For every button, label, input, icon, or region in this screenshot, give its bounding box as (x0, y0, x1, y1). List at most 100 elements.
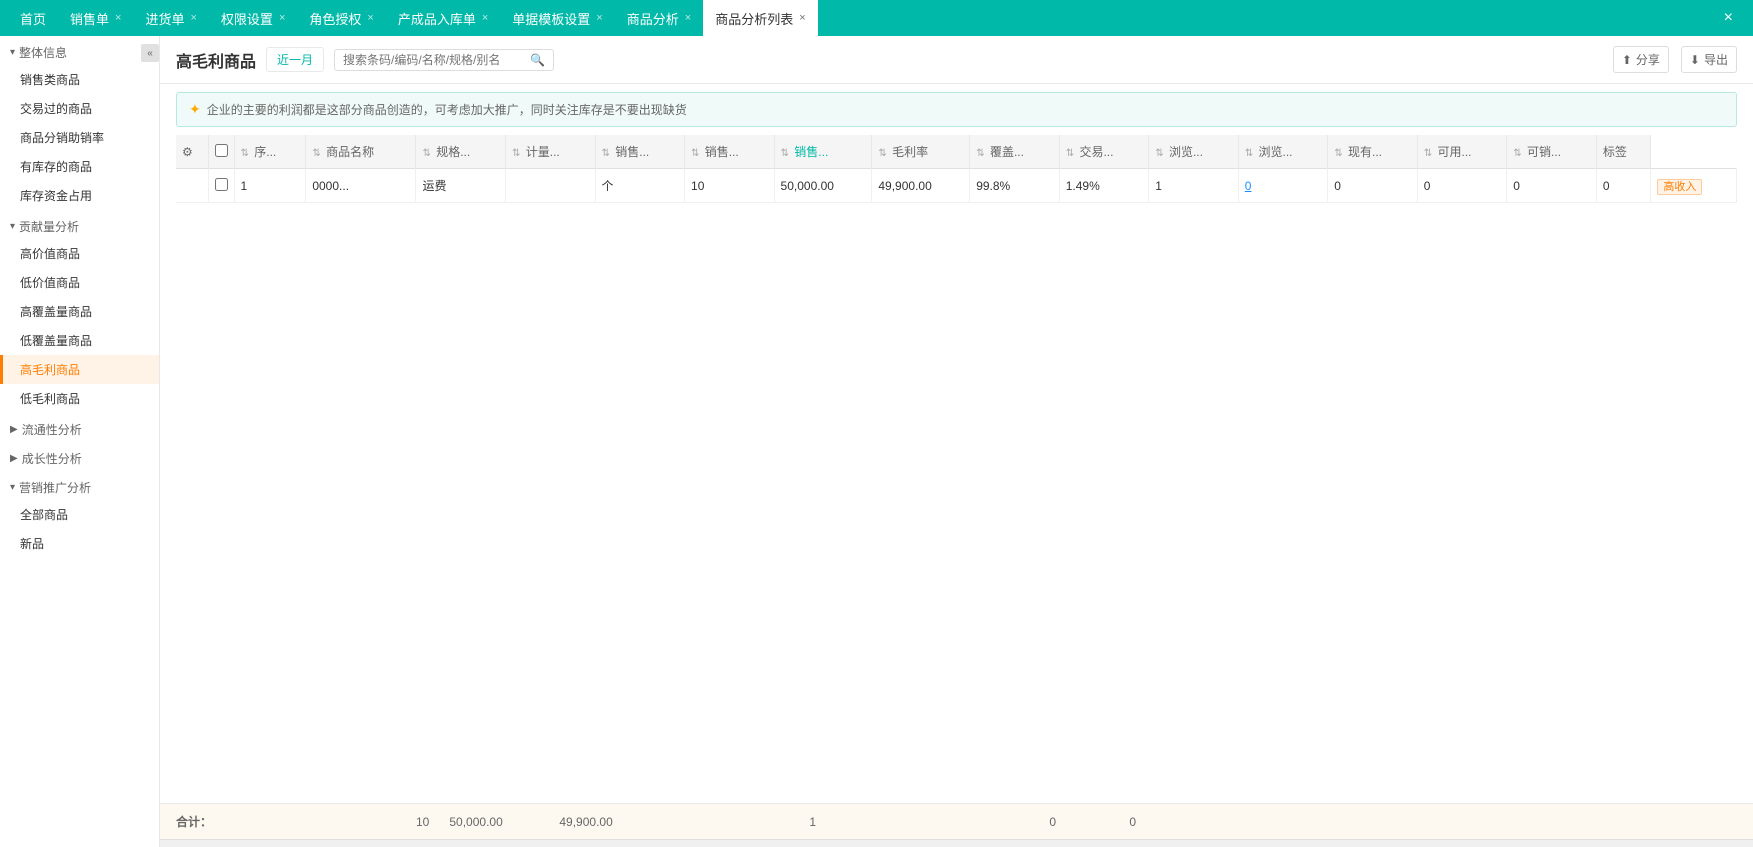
nav-item-permission[interactable]: 权限设置 × (209, 0, 297, 36)
col-sales-profit: ⇅ 销售... (774, 135, 872, 169)
row-sales-amount: 50,000.00 (774, 169, 872, 203)
settings-icon[interactable]: ⚙ (182, 145, 193, 159)
sidebar-item-traded-goods[interactable]: 交易过的商品 (0, 94, 159, 123)
nav-item-home[interactable]: 首页 (8, 0, 58, 36)
col-coverage: ⇅ 覆盖... (970, 135, 1060, 169)
sidebar-group-overall-label: 整体信息 (19, 44, 67, 61)
row-code: 0000... (306, 169, 416, 203)
time-filter-button[interactable]: 近一月 (266, 47, 324, 72)
sidebar-group-contribution[interactable]: ▾ 贡献量分析 (0, 210, 159, 239)
export-icon: ⬇ (1690, 53, 1700, 67)
window-close-button[interactable]: × (1712, 9, 1745, 27)
info-banner-text: 企业的主要的利润都是这部分商品创造的，可考虑加大推广，同时关注库存是不要出现缺货 (207, 101, 687, 118)
sidebar-item-high-margin[interactable]: 高毛利商品 (0, 355, 159, 384)
sidebar-group-marketing-label: 营销推广分析 (19, 479, 91, 496)
sidebar-item-high-coverage[interactable]: 高覆盖量商品 (0, 297, 159, 326)
export-button[interactable]: ⬇ 导出 (1681, 46, 1737, 73)
arrow-marketing-icon: ▾ (10, 482, 15, 493)
col-gross-rate: ⇅ 毛利率 (872, 135, 970, 169)
nav-close-product-in[interactable]: × (482, 12, 488, 24)
nav-item-sales[interactable]: 销售单 × (58, 0, 133, 36)
row-num: 1 (234, 169, 306, 203)
row-checkbox-cell[interactable] (208, 169, 234, 203)
nav-label-purchase: 进货单 (145, 9, 184, 28)
sidebar-item-high-value[interactable]: 高价值商品 (0, 239, 159, 268)
col-sales-qty: ⇅ 销售... (595, 135, 685, 169)
nav-close-goods-analysis[interactable]: × (685, 12, 691, 24)
select-all-checkbox[interactable] (215, 144, 228, 157)
footer-available: 0 (1129, 815, 1189, 829)
col-spec: ⇅ 规格... (416, 135, 506, 169)
table-row: 1 0000... 运费 个 (176, 169, 1737, 203)
info-banner: ✦ 企业的主要的利润都是这部分商品创造的，可考虑加大推广，同时关注库存是不要出现… (176, 92, 1737, 127)
sidebar-item-all-goods[interactable]: 全部商品 (0, 500, 159, 529)
nav-item-goods-analysis-list[interactable]: 商品分析列表 × (703, 0, 817, 36)
nav-label-permission: 权限设置 (221, 9, 273, 28)
arrow-growth-icon: ▶ (10, 453, 18, 464)
nav-close-purchase[interactable]: × (190, 12, 196, 24)
nav-item-goods-analysis[interactable]: 商品分析 × (615, 0, 703, 36)
nav-item-role[interactable]: 角色授权 × (297, 0, 385, 36)
arrow-liquidity-icon: ▶ (10, 424, 18, 435)
row-browse1[interactable]: 0 (1238, 169, 1328, 203)
row-unit: 个 (595, 169, 685, 203)
page-title: 高毛利商品 (176, 48, 256, 72)
sidebar-item-stock-capital[interactable]: 库存资金占用 (0, 181, 159, 210)
sidebar-item-low-coverage[interactable]: 低覆盖量商品 (0, 326, 159, 355)
footer-label: 合计： (176, 813, 216, 830)
nav-item-product-in[interactable]: 产成品入库单 × (386, 0, 500, 36)
col-browse2: ⇅ 浏览... (1238, 135, 1328, 169)
sidebar-item-in-stock-goods[interactable]: 有库存的商品 (0, 152, 159, 181)
share-button[interactable]: ⬆ 分享 (1613, 46, 1669, 73)
col-sort-icon[interactable]: ⇅ (241, 148, 249, 159)
nav-close-sales[interactable]: × (115, 12, 121, 24)
sidebar-collapse-button[interactable]: « (141, 44, 159, 62)
col-current-stock: ⇅ 现有... (1328, 135, 1418, 169)
sidebar-group-overall[interactable]: ▾ 整体信息 (0, 36, 159, 65)
footer-totals: 合计： 10 50,000.00 49,900.00 1 0 0 (160, 803, 1753, 839)
search-input[interactable] (343, 53, 525, 67)
row-browse2: 0 (1328, 169, 1418, 203)
nav-item-template[interactable]: 单据模板设置 × (500, 0, 614, 36)
row-settings-cell (176, 169, 208, 203)
sidebar-group-liquidity[interactable]: ▶ 流通性分析 (0, 413, 159, 442)
sidebar-item-low-value[interactable]: 低价值商品 (0, 268, 159, 297)
header-actions: ⬆ 分享 ⬇ 导出 (1613, 46, 1737, 73)
arrow-overall-icon: ▾ (10, 47, 15, 58)
nav-label-goods-analysis: 商品分析 (627, 9, 679, 28)
row-current-stock: 0 (1417, 169, 1507, 203)
nav-close-role[interactable]: × (367, 12, 373, 24)
nav-close-goods-analysis-list[interactable]: × (799, 12, 805, 24)
sidebar-group-marketing[interactable]: ▾ 营销推广分析 (0, 471, 159, 500)
row-name: 运费 (416, 169, 506, 203)
table-wrapper[interactable]: ⚙ ⇅ 序... ⇅ 商品名称 (160, 135, 1753, 803)
col-name-sort-icon[interactable]: ⇅ (312, 148, 320, 159)
row-transactions: 1 (1149, 169, 1239, 203)
bottom-scrollbar[interactable] (160, 839, 1753, 847)
arrow-contribution-icon: ▾ (10, 221, 15, 232)
sidebar-group-growth[interactable]: ▶ 成长性分析 (0, 442, 159, 471)
search-icon[interactable]: 🔍 (530, 53, 545, 67)
sidebar-item-low-margin[interactable]: 低毛利商品 (0, 384, 159, 413)
row-available: 0 (1507, 169, 1597, 203)
col-sellable: ⇅ 可销... (1507, 135, 1597, 169)
footer-sales-profit: 49,900.00 (559, 815, 649, 829)
col-checkbox[interactable] (208, 135, 234, 169)
nav-label-home: 首页 (20, 9, 46, 28)
sidebar-group-contribution-label: 贡献量分析 (19, 218, 79, 235)
sidebar-item-distribution-rate[interactable]: 商品分销助销率 (0, 123, 159, 152)
share-icon: ⬆ (1622, 53, 1632, 67)
data-table: ⚙ ⇅ 序... ⇅ 商品名称 (176, 135, 1737, 203)
nav-label-sales: 销售单 (70, 9, 109, 28)
nav-label-product-in: 产成品入库单 (398, 9, 476, 28)
nav-close-template[interactable]: × (596, 12, 602, 24)
nav-close-permission[interactable]: × (279, 12, 285, 24)
main-layout: « ▾ 整体信息 销售类商品 交易过的商品 商品分销助销率 有库存的商品 库存资… (0, 36, 1753, 847)
col-available: ⇅ 可用... (1417, 135, 1507, 169)
nav-item-purchase[interactable]: 进货单 × (133, 0, 208, 36)
sidebar-item-sales-goods[interactable]: 销售类商品 (0, 65, 159, 94)
sidebar-item-new-goods[interactable]: 新品 (0, 529, 159, 558)
col-sales-amount: ⇅ 销售... (685, 135, 775, 169)
row-checkbox[interactable] (215, 178, 228, 191)
col-settings[interactable]: ⚙ (176, 135, 208, 169)
